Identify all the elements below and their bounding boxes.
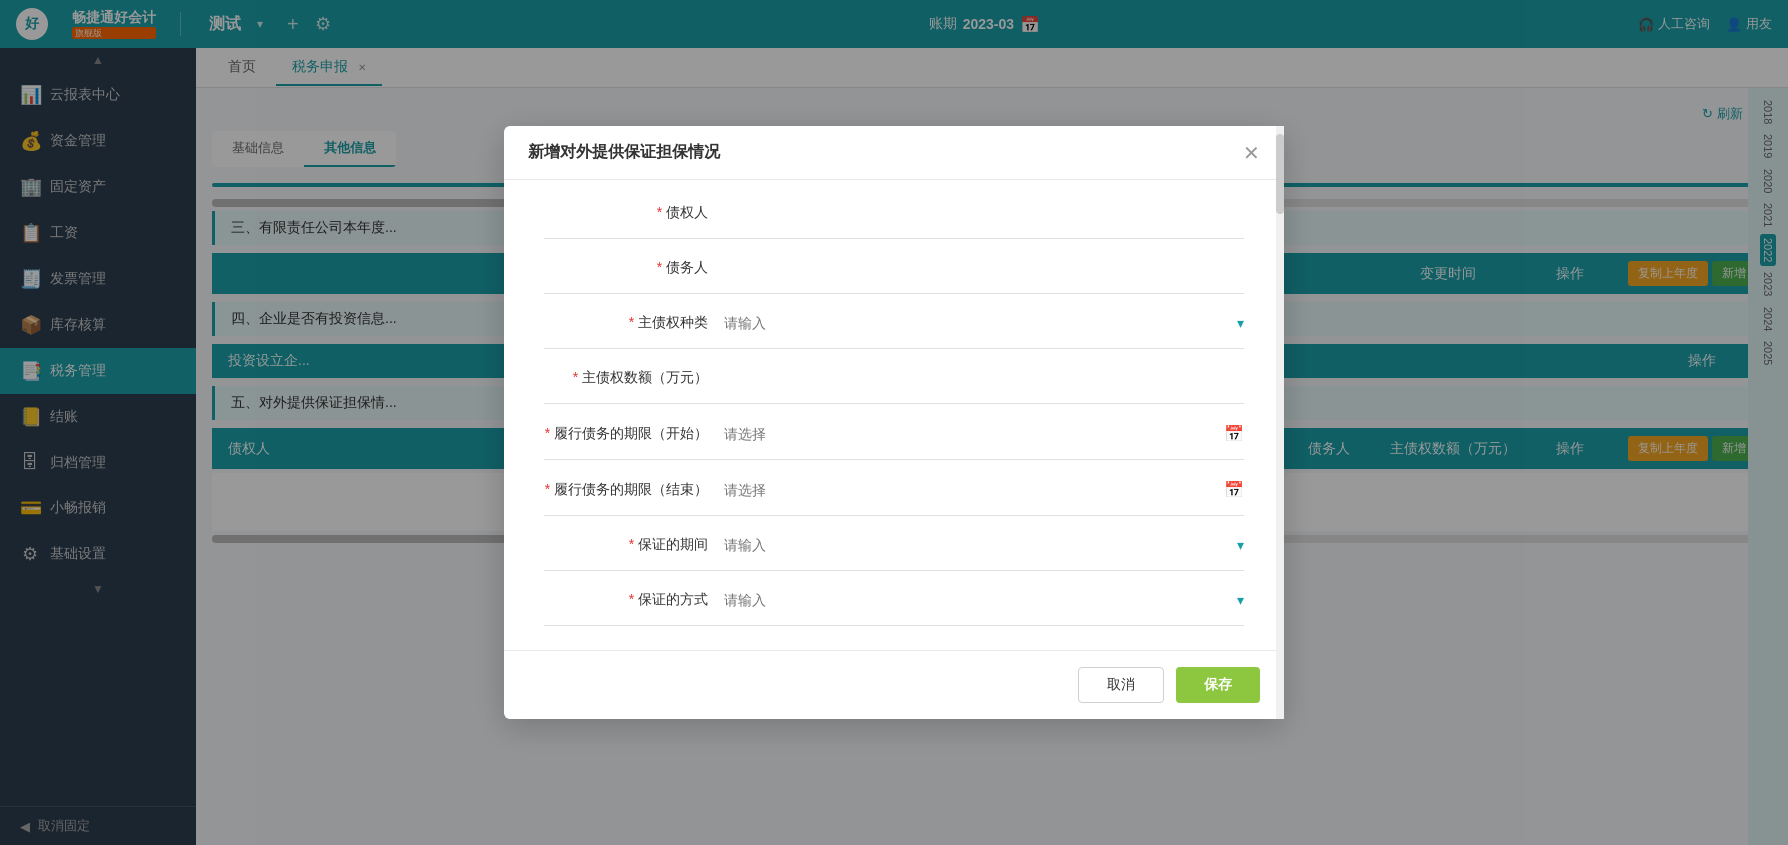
creditor-input[interactable] [724,205,1244,221]
modal-scrollbar[interactable] [1276,180,1284,650]
period-start-calendar-icon[interactable]: 📅 [1224,424,1244,443]
guarantee-period-arrow-icon[interactable]: ▾ [1237,537,1244,553]
field-period-start: * 履行债务的期限（开始） 📅 [544,424,1244,460]
save-button[interactable]: 保存 [1176,667,1260,703]
modal-header: 新增对外提供保证担保情况 ✕ [504,126,1284,180]
modal-overlay: 新增对外提供保证担保情况 ✕ * 债权人 * 债务人 [0,0,1788,845]
field-guarantee-method: * 保证的方式 ▾ [544,591,1244,626]
field-debtor: * 债务人 [544,259,1244,294]
modal-footer: 取消 保存 [504,650,1284,719]
guarantee-method-input[interactable] [724,592,1237,608]
guarantee-method-arrow-icon[interactable]: ▾ [1237,592,1244,608]
period-end-calendar-icon[interactable]: 📅 [1224,480,1244,499]
modal-title: 新增对外提供保证担保情况 [528,142,720,163]
period-start-date: 📅 [724,424,1244,443]
field-claim-type: * 主债权种类 ▾ [544,314,1244,349]
cancel-button[interactable]: 取消 [1078,667,1164,703]
claim-type-select[interactable]: ▾ [724,315,1244,331]
field-claim-amount: * 主债权数额（万元） [544,369,1244,404]
modal-body: * 债权人 * 债务人 * 主债权种类 [504,180,1284,650]
guarantee-method-select[interactable]: ▾ [724,592,1244,608]
guarantee-period-input[interactable] [724,537,1237,553]
claim-type-arrow-icon[interactable]: ▾ [1237,315,1244,331]
modal-dialog: 新增对外提供保证担保情况 ✕ * 债权人 * 债务人 [504,126,1284,719]
field-creditor: * 债权人 [544,204,1244,239]
field-guarantee-period: * 保证的期间 ▾ [544,536,1244,571]
period-end-input[interactable] [724,482,1220,498]
guarantee-period-select[interactable]: ▾ [724,537,1244,553]
claim-amount-input[interactable] [724,370,1244,386]
field-period-end: * 履行债务的期限（结束） 📅 [544,480,1244,516]
period-start-input[interactable] [724,426,1220,442]
period-end-date: 📅 [724,480,1244,499]
claim-type-input[interactable] [724,315,1237,331]
modal-close-button[interactable]: ✕ [1243,143,1260,163]
debtor-input[interactable] [724,260,1244,276]
